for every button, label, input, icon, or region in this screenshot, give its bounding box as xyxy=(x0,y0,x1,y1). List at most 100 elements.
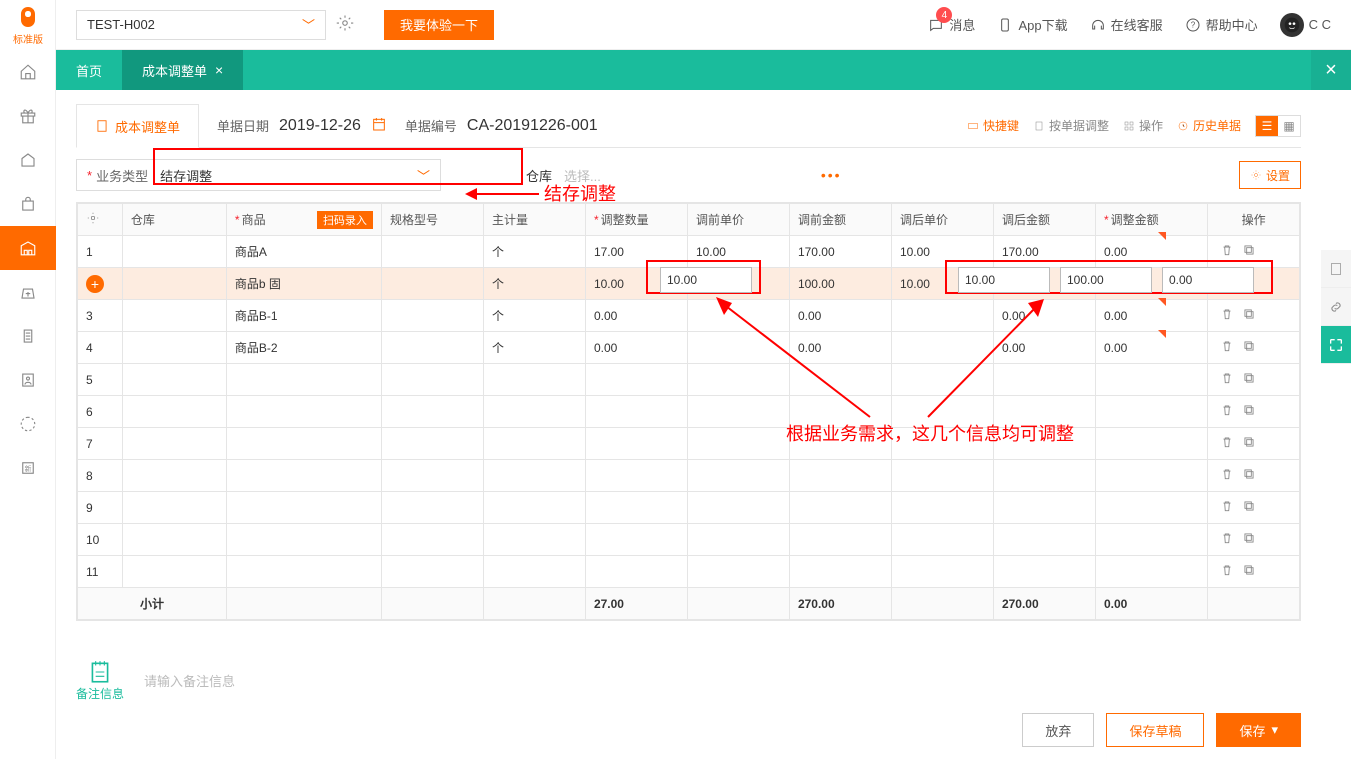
col-post-amt: 调后金额 xyxy=(993,204,1095,236)
svg-text:?: ? xyxy=(1190,20,1195,29)
scan-button[interactable]: 扫码录入 xyxy=(317,211,373,229)
rail-warehouse-icon[interactable] xyxy=(0,226,56,270)
remarks-section: 备注信息 xyxy=(76,659,124,702)
delete-icon[interactable] xyxy=(1220,403,1234,417)
delete-icon[interactable] xyxy=(1220,339,1234,353)
copy-icon[interactable] xyxy=(1242,563,1256,577)
delete-icon[interactable] xyxy=(1220,243,1234,257)
close-icon[interactable]: × xyxy=(215,62,223,78)
copy-icon[interactable] xyxy=(1242,403,1256,417)
biz-type-select[interactable]: * 业务类型 结存调整 ﹀ xyxy=(76,159,441,191)
copy-icon[interactable] xyxy=(1242,435,1256,449)
list-view-icon[interactable]: ☰ xyxy=(1256,116,1278,136)
history-link[interactable]: 历史单据 xyxy=(1177,117,1241,134)
adjust-mode-link[interactable]: 按单据调整 xyxy=(1033,117,1109,134)
add-row-icon[interactable]: + xyxy=(86,275,104,293)
mobile-icon xyxy=(997,17,1013,33)
table-row[interactable]: 9 xyxy=(78,492,1300,524)
help-icon: ? xyxy=(1185,17,1201,33)
delete-icon[interactable] xyxy=(1220,307,1234,321)
warehouse-select[interactable]: 仓库 选择... xyxy=(526,166,601,185)
user-menu[interactable]: C C xyxy=(1280,13,1331,37)
message-button[interactable]: 消息 4 xyxy=(928,15,975,34)
rail-home-icon[interactable] xyxy=(0,50,56,94)
rail-money-icon[interactable] xyxy=(0,270,56,314)
calendar-icon[interactable] xyxy=(371,116,387,135)
table-row[interactable]: 11 xyxy=(78,556,1300,588)
col-post-price: 调后单价 xyxy=(891,204,993,236)
logo-icon xyxy=(16,5,40,29)
col-gear[interactable] xyxy=(78,204,123,236)
doc-icon xyxy=(1033,120,1045,132)
bill-date[interactable]: 2019-12-26 xyxy=(279,117,361,135)
copy-icon[interactable] xyxy=(1242,307,1256,321)
chevron-down-icon: ﹀ xyxy=(302,15,315,34)
more-icon[interactable]: ••• xyxy=(821,167,842,183)
close-all-tabs[interactable]: × xyxy=(1311,50,1351,90)
table-row[interactable]: 5 xyxy=(78,364,1300,396)
copy-icon[interactable] xyxy=(1242,243,1256,257)
save-button[interactable]: 保存▾ xyxy=(1216,713,1301,747)
setting-button[interactable]: 设置 xyxy=(1239,161,1301,189)
tab-home[interactable]: 首页 xyxy=(56,50,122,90)
col-spec: 规格型号 xyxy=(381,204,483,236)
chevron-down-icon: ▾ xyxy=(1271,722,1278,738)
delete-icon[interactable] xyxy=(1220,467,1234,481)
table-row[interactable]: 4商品B-2个0.000.000.000.00 xyxy=(78,332,1300,364)
delete-icon[interactable] xyxy=(1220,499,1234,513)
copy-icon[interactable] xyxy=(1242,339,1256,353)
delete-icon[interactable] xyxy=(1220,435,1234,449)
delete-icon[interactable] xyxy=(1220,531,1234,545)
header: TEST-H002 ﹀ 我要体验一下 消息 4 App下载 在线客服 ? 帮助中… xyxy=(56,0,1351,50)
service-button[interactable]: 在线客服 xyxy=(1090,15,1163,34)
copy-icon[interactable] xyxy=(1242,499,1256,513)
remarks-input[interactable]: 请输入备注信息 xyxy=(144,671,235,690)
panel-expand-icon[interactable] xyxy=(1321,326,1351,364)
doc-icon xyxy=(95,119,109,133)
post-price-input[interactable]: 10.00 xyxy=(958,267,1050,293)
company-select[interactable]: TEST-H002 ﹀ xyxy=(76,10,326,40)
rail-clipboard-icon[interactable] xyxy=(0,314,56,358)
rail-gift-icon[interactable] xyxy=(0,94,56,138)
delete-icon[interactable] xyxy=(1220,371,1234,385)
qty-input[interactable]: 10.00 xyxy=(660,267,752,293)
rail-sync-icon[interactable] xyxy=(0,402,56,446)
table-row[interactable]: 1商品A个17.0010.00170.0010.00170.000.00 xyxy=(78,236,1300,268)
rail-bag-icon[interactable] xyxy=(0,182,56,226)
logo-label: 标准版 xyxy=(13,31,43,46)
table-row[interactable]: 3商品B-1个0.000.000.000.00 xyxy=(78,300,1300,332)
tab-current[interactable]: 成本调整单 × xyxy=(122,50,243,90)
panel-note-icon[interactable] xyxy=(1321,250,1351,288)
history-icon xyxy=(1177,120,1189,132)
shortcut-link[interactable]: 快捷键 xyxy=(967,117,1019,134)
app-download-button[interactable]: App下载 xyxy=(997,15,1067,34)
headset-icon xyxy=(1090,17,1106,33)
help-button[interactable]: ? 帮助中心 xyxy=(1185,15,1258,34)
delete-icon[interactable] xyxy=(1220,563,1234,577)
experience-button[interactable]: 我要体验一下 xyxy=(384,10,494,40)
col-pre-amt: 调前金额 xyxy=(789,204,891,236)
post-amt-input[interactable]: 100.00 xyxy=(1060,267,1152,293)
rail-contact-icon[interactable] xyxy=(0,358,56,402)
operate-link[interactable]: 操作 xyxy=(1123,117,1163,134)
adj-amt-input[interactable]: 0.00 xyxy=(1162,267,1254,293)
view-toggle[interactable]: ☰ ▦ xyxy=(1255,115,1301,137)
table-row[interactable]: 10 xyxy=(78,524,1300,556)
table-row[interactable]: 8 xyxy=(78,460,1300,492)
col-ops: 操作 xyxy=(1208,204,1300,236)
discard-button[interactable]: 放弃 xyxy=(1022,713,1094,747)
panel-link-icon[interactable] xyxy=(1321,288,1351,326)
copy-icon[interactable] xyxy=(1242,531,1256,545)
col-pre-price: 调前单价 xyxy=(687,204,789,236)
save-draft-button[interactable]: 保存草稿 xyxy=(1106,713,1204,747)
grid-view-icon[interactable]: ▦ xyxy=(1278,116,1300,136)
copy-icon[interactable] xyxy=(1242,467,1256,481)
table-row[interactable]: 7 xyxy=(78,428,1300,460)
rail-new-icon[interactable]: 新 xyxy=(0,446,56,490)
header-gear-icon[interactable] xyxy=(336,14,354,35)
col-uom: 主计量 xyxy=(483,204,585,236)
rail-house-icon[interactable] xyxy=(0,138,56,182)
copy-icon[interactable] xyxy=(1242,371,1256,385)
form-tab[interactable]: 成本调整单 xyxy=(76,104,199,148)
table-row[interactable]: 6 xyxy=(78,396,1300,428)
